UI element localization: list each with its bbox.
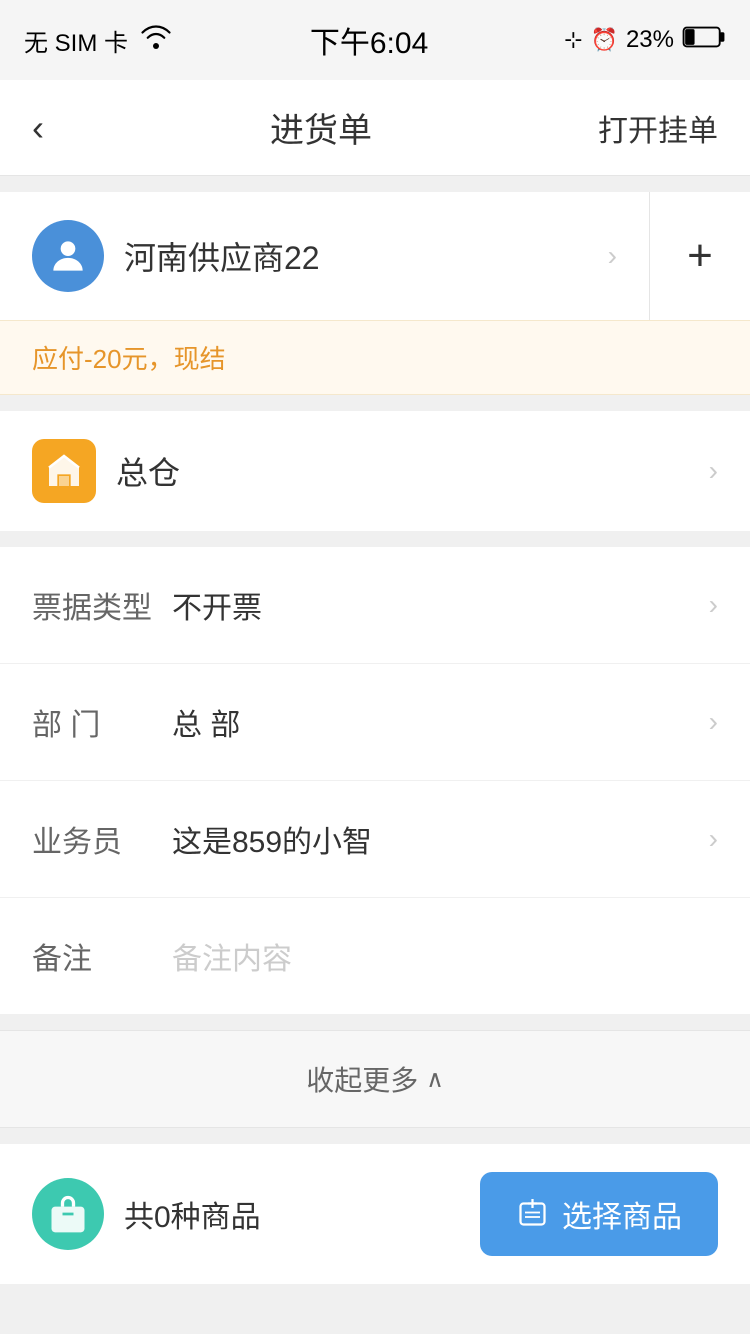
salesperson-value: 这是859的小智 [172,817,709,861]
ticket-type-row[interactable]: 票据类型 不开票 › [0,547,750,664]
supplier-avatar [32,220,104,292]
collapse-label: 收起更多 [306,1059,418,1099]
supplier-chevron-icon: › [608,240,617,272]
select-product-label: 选择商品 [562,1192,682,1236]
ticket-type-value: 不开票 [172,583,709,627]
salesperson-label: 业务员 [32,817,172,861]
department-label: 部 门 [32,700,172,744]
nav-bar: ‹ 进货单 打开挂单 [0,80,750,176]
product-section: 共0种商品 选择商品 [0,1144,750,1284]
select-product-icon [516,1196,552,1232]
add-supplier-button[interactable]: + [650,192,750,320]
remark-row[interactable]: 备注 备注内容 [0,898,750,1014]
warehouse-section[interactable]: 总仓 › [0,411,750,531]
salesperson-row[interactable]: 业务员 这是859的小智 › [0,781,750,898]
battery-text: 23% [626,26,674,54]
collapse-arrow-icon: ∧ [426,1065,444,1094]
carrier-text: 无 SIM 卡 [24,23,128,58]
back-button[interactable]: ‹ [32,107,44,149]
open-pending-button[interactable]: 打开挂单 [598,106,718,150]
remark-label: 备注 [32,934,172,978]
remark-input[interactable]: 备注内容 [172,934,718,978]
content-area: 河南供应商22 › + 应付-20元，现结 总仓 › 票据类型 不开票 › [0,192,750,1284]
department-value: 总 部 [172,700,709,744]
alarm-icon: ⏰ [591,27,618,53]
status-time: 下午6:04 [310,18,428,62]
warehouse-icon [32,439,96,503]
collapse-section[interactable]: 收起更多 ∧ [0,1030,750,1128]
wifi-icon [138,25,174,56]
supplier-section: 河南供应商22 › + [0,192,750,320]
status-right: ⊹ ⏰ 23% [564,26,726,55]
product-count-text: 共0种商品 [124,1192,480,1236]
form-section: 票据类型 不开票 › 部 门 总 部 › 业务员 这是859的小智 › 备注 备… [0,547,750,1014]
department-row[interactable]: 部 门 总 部 › [0,664,750,781]
warehouse-chevron-icon: › [709,455,718,487]
page-title: 进货单 [270,103,372,152]
status-bar: 无 SIM 卡 下午6:04 ⊹ ⏰ 23% [0,0,750,80]
location-icon: ⊹ [564,27,582,53]
warning-text: 应付-20元，现结 [32,344,226,374]
select-product-button[interactable]: 选择商品 [480,1172,718,1256]
supplier-selector[interactable]: 河南供应商22 › [0,192,650,320]
salesperson-chevron-icon: › [709,823,718,855]
status-left: 无 SIM 卡 [24,23,174,58]
department-chevron-icon: › [709,706,718,738]
ticket-type-label: 票据类型 [32,583,172,627]
product-bag-icon [32,1178,104,1250]
supplier-name: 河南供应商22 [124,233,608,279]
ticket-type-chevron-icon: › [709,589,718,621]
battery-icon [682,26,726,55]
warning-banner: 应付-20元，现结 [0,320,750,395]
warehouse-name: 总仓 [116,448,709,494]
